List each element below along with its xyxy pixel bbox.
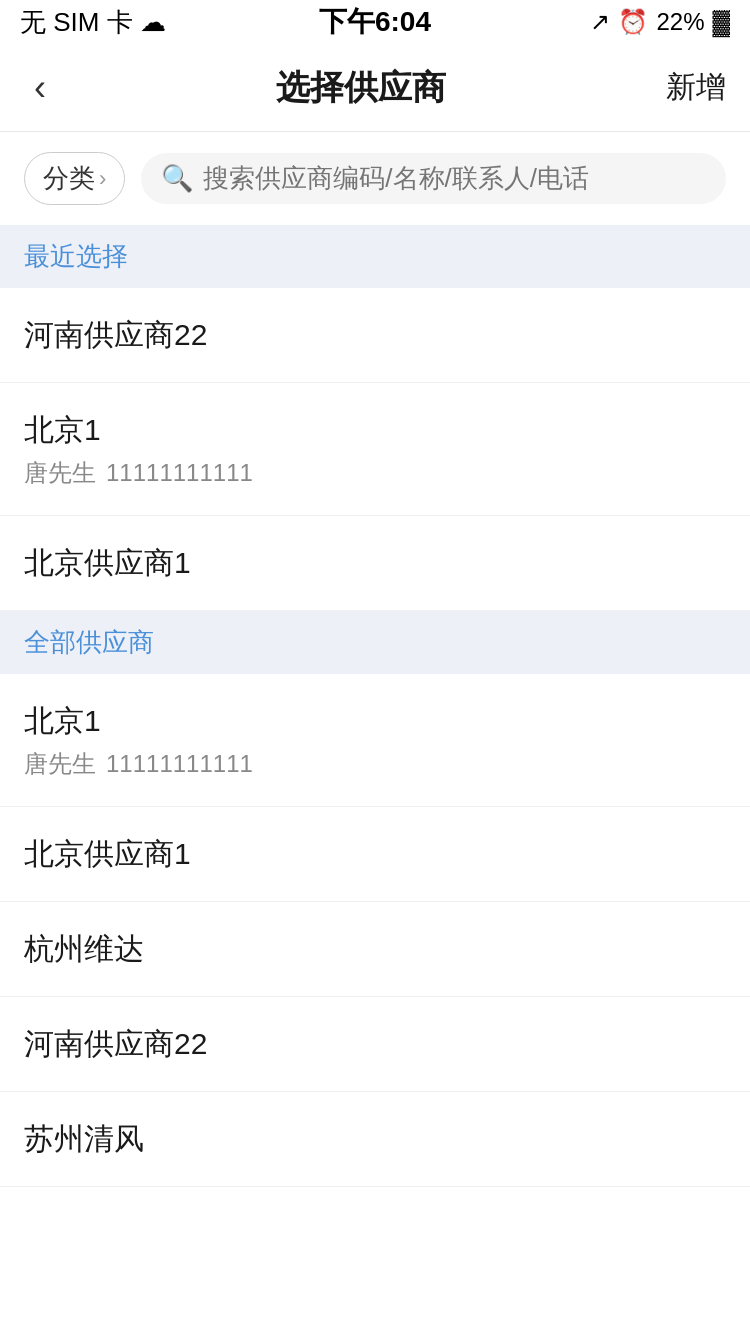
- status-right: ↗ ⏰ 22% ▓: [590, 8, 730, 36]
- list-item[interactable]: 河南供应商22: [0, 288, 750, 383]
- item-name: 河南供应商22: [24, 1023, 726, 1065]
- battery-level: 22%: [656, 8, 704, 36]
- status-time: 下午6:04: [319, 3, 431, 41]
- item-name: 北京供应商1: [24, 542, 726, 584]
- list-item[interactable]: 北京1 唐先生 11111111111: [0, 674, 750, 807]
- list-item[interactable]: 苏州清风: [0, 1092, 750, 1187]
- search-icon: 🔍: [161, 163, 193, 194]
- category-label: 分类: [43, 161, 95, 196]
- category-arrow-icon: ›: [99, 166, 106, 192]
- status-left: 无 SIM 卡 ☁: [20, 5, 166, 40]
- new-button[interactable]: 新增: [666, 67, 726, 108]
- item-sub: 唐先生 11111111111: [24, 748, 726, 780]
- location-icon: ↗: [590, 8, 610, 36]
- search-bar: 分类 › 🔍: [0, 132, 750, 225]
- item-phone: 11111111111: [106, 459, 253, 486]
- category-button[interactable]: 分类 ›: [24, 152, 125, 205]
- item-name: 北京供应商1: [24, 833, 726, 875]
- search-input-wrap: 🔍: [141, 153, 726, 204]
- item-contact: 唐先生: [24, 459, 96, 486]
- list-item[interactable]: 北京1 唐先生 11111111111: [0, 383, 750, 516]
- list-item[interactable]: 杭州维达: [0, 902, 750, 997]
- page-title: 选择供应商: [276, 65, 446, 111]
- item-name: 北京1: [24, 409, 726, 451]
- section-header-all: 全部供应商: [0, 611, 750, 674]
- item-name: 杭州维达: [24, 928, 726, 970]
- battery-icon: ▓: [713, 8, 731, 36]
- item-sub: 唐先生 11111111111: [24, 457, 726, 489]
- sim-status: 无 SIM 卡 ☁: [20, 5, 166, 40]
- item-name: 河南供应商22: [24, 314, 726, 356]
- list-item[interactable]: 北京供应商1: [0, 516, 750, 611]
- back-button[interactable]: ‹: [24, 57, 56, 119]
- item-name: 苏州清风: [24, 1118, 726, 1160]
- sections-container: 最近选择河南供应商22北京1唐先生11111111111北京供应商1全部供应商北…: [0, 225, 750, 1187]
- item-name: 北京1: [24, 700, 726, 742]
- status-bar: 无 SIM 卡 ☁ 下午6:04 ↗ ⏰ 22% ▓: [0, 0, 750, 44]
- item-contact: 唐先生: [24, 750, 96, 777]
- section-header-recent: 最近选择: [0, 225, 750, 288]
- list-item[interactable]: 河南供应商22: [0, 997, 750, 1092]
- search-input[interactable]: [203, 163, 706, 194]
- nav-bar: ‹ 选择供应商 新增: [0, 44, 750, 132]
- item-phone: 11111111111: [106, 750, 253, 777]
- list-item[interactable]: 北京供应商1: [0, 807, 750, 902]
- alarm-icon: ⏰: [618, 8, 648, 36]
